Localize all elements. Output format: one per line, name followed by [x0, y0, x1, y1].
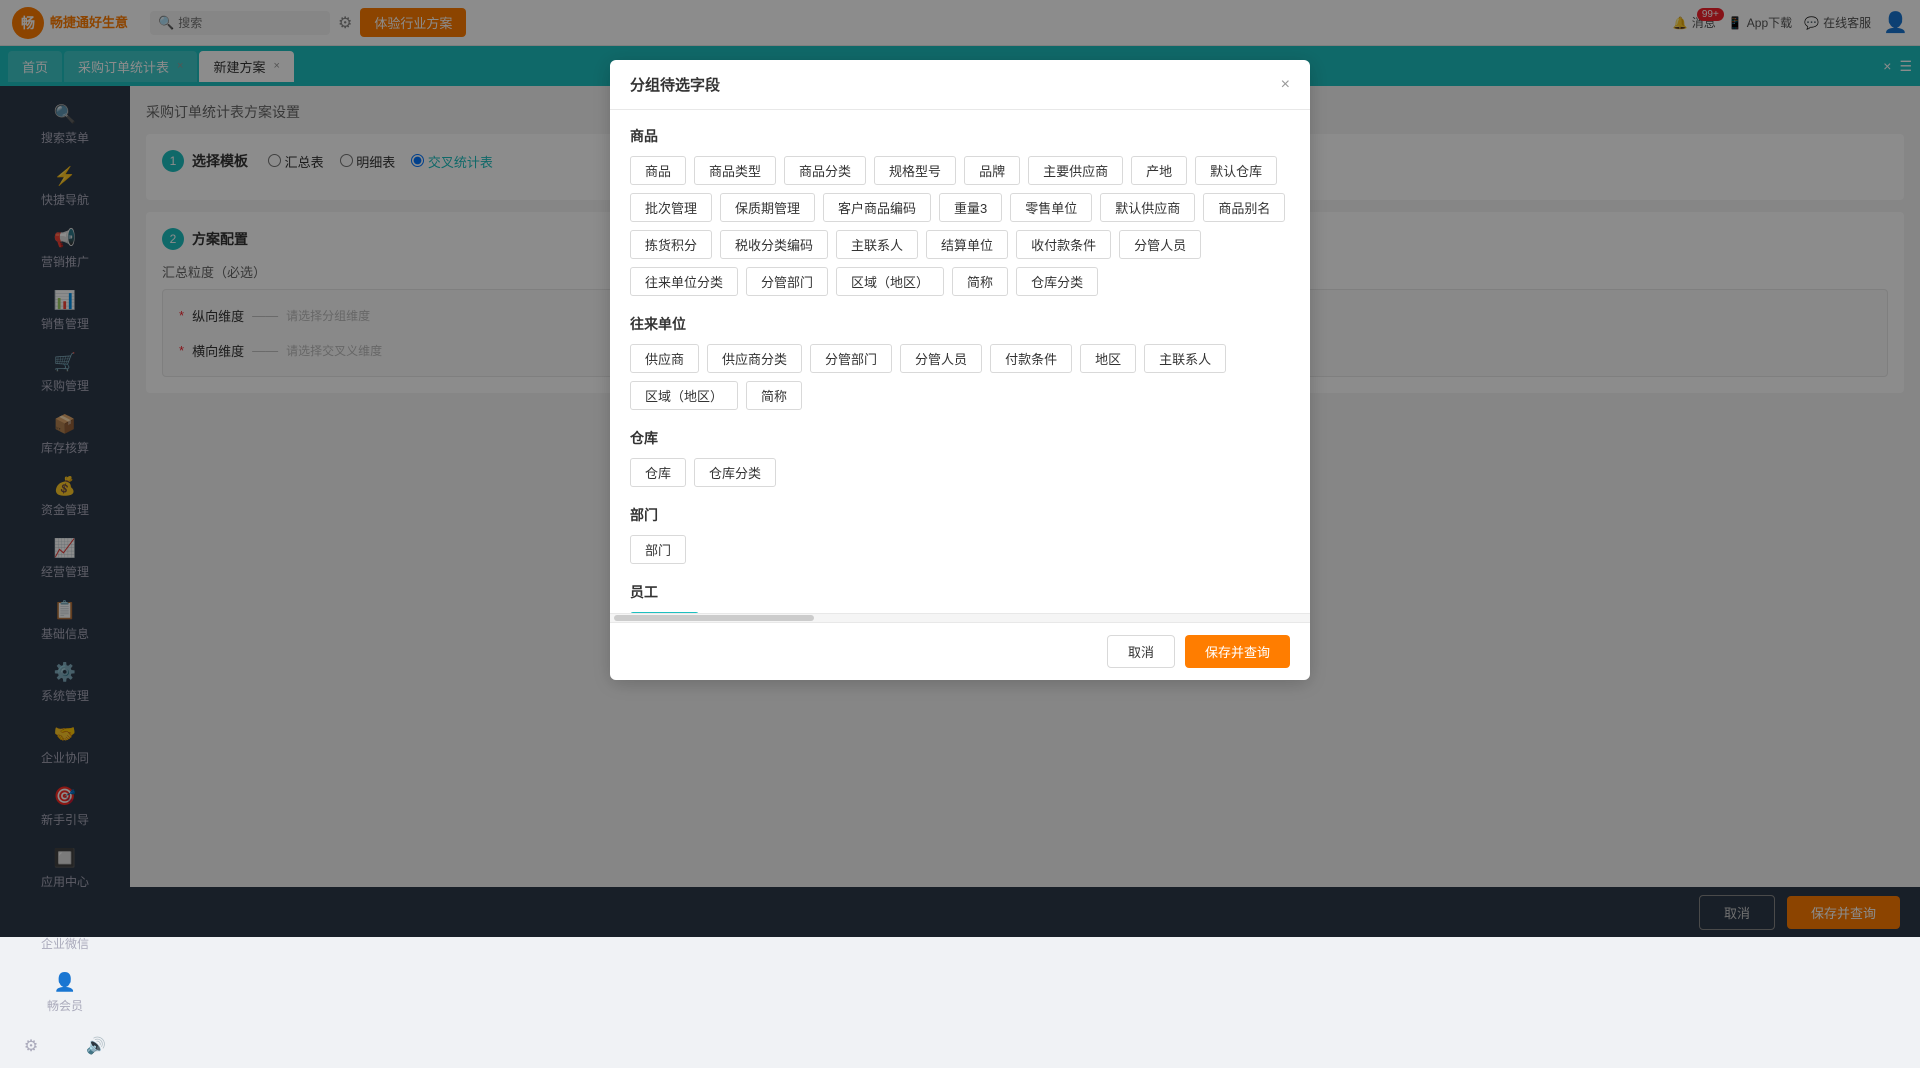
hscroll-thumb	[614, 615, 814, 621]
sidebar-item-wechat-label: 企业微信	[41, 935, 89, 952]
tag-product-23[interactable]: 区域（地区）	[836, 267, 944, 296]
dialog-horizontal-scrollbar[interactable]	[610, 613, 1310, 622]
tag-product-0[interactable]: 商品	[630, 156, 686, 185]
field-group-product-title: 商品	[630, 126, 1290, 146]
field-group-department: 部门 部门	[630, 505, 1290, 564]
tag-counterpart-0[interactable]: 供应商	[630, 344, 699, 373]
tag-product-1[interactable]: 商品类型	[694, 156, 776, 185]
member-icon: 👤	[54, 972, 76, 993]
dialog-header: 分组待选字段 ×	[610, 60, 1310, 110]
field-tags-department: 部门	[630, 535, 1290, 564]
field-group-counterpart-title: 往来单位	[630, 314, 1290, 334]
tag-product-8[interactable]: 批次管理	[630, 193, 712, 222]
tag-counterpart-4[interactable]: 付款条件	[990, 344, 1072, 373]
tag-product-7[interactable]: 默认仓库	[1195, 156, 1277, 185]
tag-department-0[interactable]: 部门	[630, 535, 686, 564]
tag-product-6[interactable]: 产地	[1131, 156, 1187, 185]
tag-counterpart-5[interactable]: 地区	[1080, 344, 1136, 373]
tag-product-5[interactable]: 主要供应商	[1028, 156, 1123, 185]
dialog-close-button[interactable]: ×	[1281, 76, 1290, 94]
tag-product-3[interactable]: 规格型号	[874, 156, 956, 185]
field-group-product: 商品 商品 商品类型 商品分类 规格型号 品牌 主要供应商 产地 默认仓库 批次…	[630, 126, 1290, 296]
tag-product-21[interactable]: 往来单位分类	[630, 267, 738, 296]
tag-product-2[interactable]: 商品分类	[784, 156, 866, 185]
tag-counterpart-7[interactable]: 区域（地区）	[630, 381, 738, 410]
field-tags-product: 商品 商品类型 商品分类 规格型号 品牌 主要供应商 产地 默认仓库 批次管理 …	[630, 156, 1290, 296]
tag-product-24[interactable]: 简称	[952, 267, 1008, 296]
tag-warehouse-1[interactable]: 仓库分类	[694, 458, 776, 487]
tag-product-9[interactable]: 保质期管理	[720, 193, 815, 222]
dialog-save-button[interactable]: 保存并查询	[1185, 635, 1290, 668]
field-group-warehouse-title: 仓库	[630, 428, 1290, 448]
audio-icon[interactable]: 🔊	[86, 1036, 106, 1056]
sidebar-item-member-label: 畅会员	[47, 997, 83, 1014]
field-group-department-title: 部门	[630, 505, 1290, 525]
tag-counterpart-1[interactable]: 供应商分类	[707, 344, 802, 373]
field-select-dialog: 分组待选字段 × 商品 商品 商品类型 商品分类 规格型号 品牌 主要供应商 产…	[610, 60, 1310, 680]
dialog-body: 商品 商品 商品类型 商品分类 规格型号 品牌 主要供应商 产地 默认仓库 批次…	[610, 110, 1310, 613]
sidebar-item-member[interactable]: 👤 畅会员	[0, 962, 130, 1024]
tag-counterpart-3[interactable]: 分管人员	[900, 344, 982, 373]
tag-counterpart-2[interactable]: 分管部门	[810, 344, 892, 373]
tag-product-15[interactable]: 拣货积分	[630, 230, 712, 259]
tag-product-11[interactable]: 重量3	[939, 193, 1002, 222]
dialog-title: 分组待选字段	[630, 74, 720, 95]
tag-counterpart-8[interactable]: 简称	[746, 381, 802, 410]
field-group-staff: 员工 业务员	[630, 582, 1290, 613]
modal-overlay: 分组待选字段 × 商品 商品 商品类型 商品分类 规格型号 品牌 主要供应商 产…	[0, 0, 1920, 937]
tag-product-25[interactable]: 仓库分类	[1016, 267, 1098, 296]
field-group-warehouse: 仓库 仓库 仓库分类	[630, 428, 1290, 487]
field-group-counterpart: 往来单位 供应商 供应商分类 分管部门 分管人员 付款条件 地区 主联系人 区域…	[630, 314, 1290, 410]
tag-product-20[interactable]: 分管人员	[1119, 230, 1201, 259]
field-tags-counterpart: 供应商 供应商分类 分管部门 分管人员 付款条件 地区 主联系人 区域（地区） …	[630, 344, 1290, 410]
tag-product-4[interactable]: 品牌	[964, 156, 1020, 185]
tag-product-19[interactable]: 收付款条件	[1016, 230, 1111, 259]
tag-product-17[interactable]: 主联系人	[836, 230, 918, 259]
tag-product-14[interactable]: 商品别名	[1203, 193, 1285, 222]
sidebar-bottom: ⚙ 🔊	[0, 1024, 130, 1068]
field-tags-warehouse: 仓库 仓库分类	[630, 458, 1290, 487]
tag-product-12[interactable]: 零售单位	[1010, 193, 1092, 222]
dialog-cancel-button[interactable]: 取消	[1107, 635, 1175, 668]
field-group-staff-title: 员工	[630, 582, 1290, 602]
tag-product-10[interactable]: 客户商品编码	[823, 193, 931, 222]
tag-warehouse-0[interactable]: 仓库	[630, 458, 686, 487]
tag-product-22[interactable]: 分管部门	[746, 267, 828, 296]
tag-product-18[interactable]: 结算单位	[926, 230, 1008, 259]
dialog-footer: 取消 保存并查询	[610, 622, 1310, 680]
tag-counterpart-6[interactable]: 主联系人	[1144, 344, 1226, 373]
settings-bottom-icon[interactable]: ⚙	[24, 1036, 38, 1056]
tag-product-13[interactable]: 默认供应商	[1100, 193, 1195, 222]
tag-product-16[interactable]: 税收分类编码	[720, 230, 828, 259]
